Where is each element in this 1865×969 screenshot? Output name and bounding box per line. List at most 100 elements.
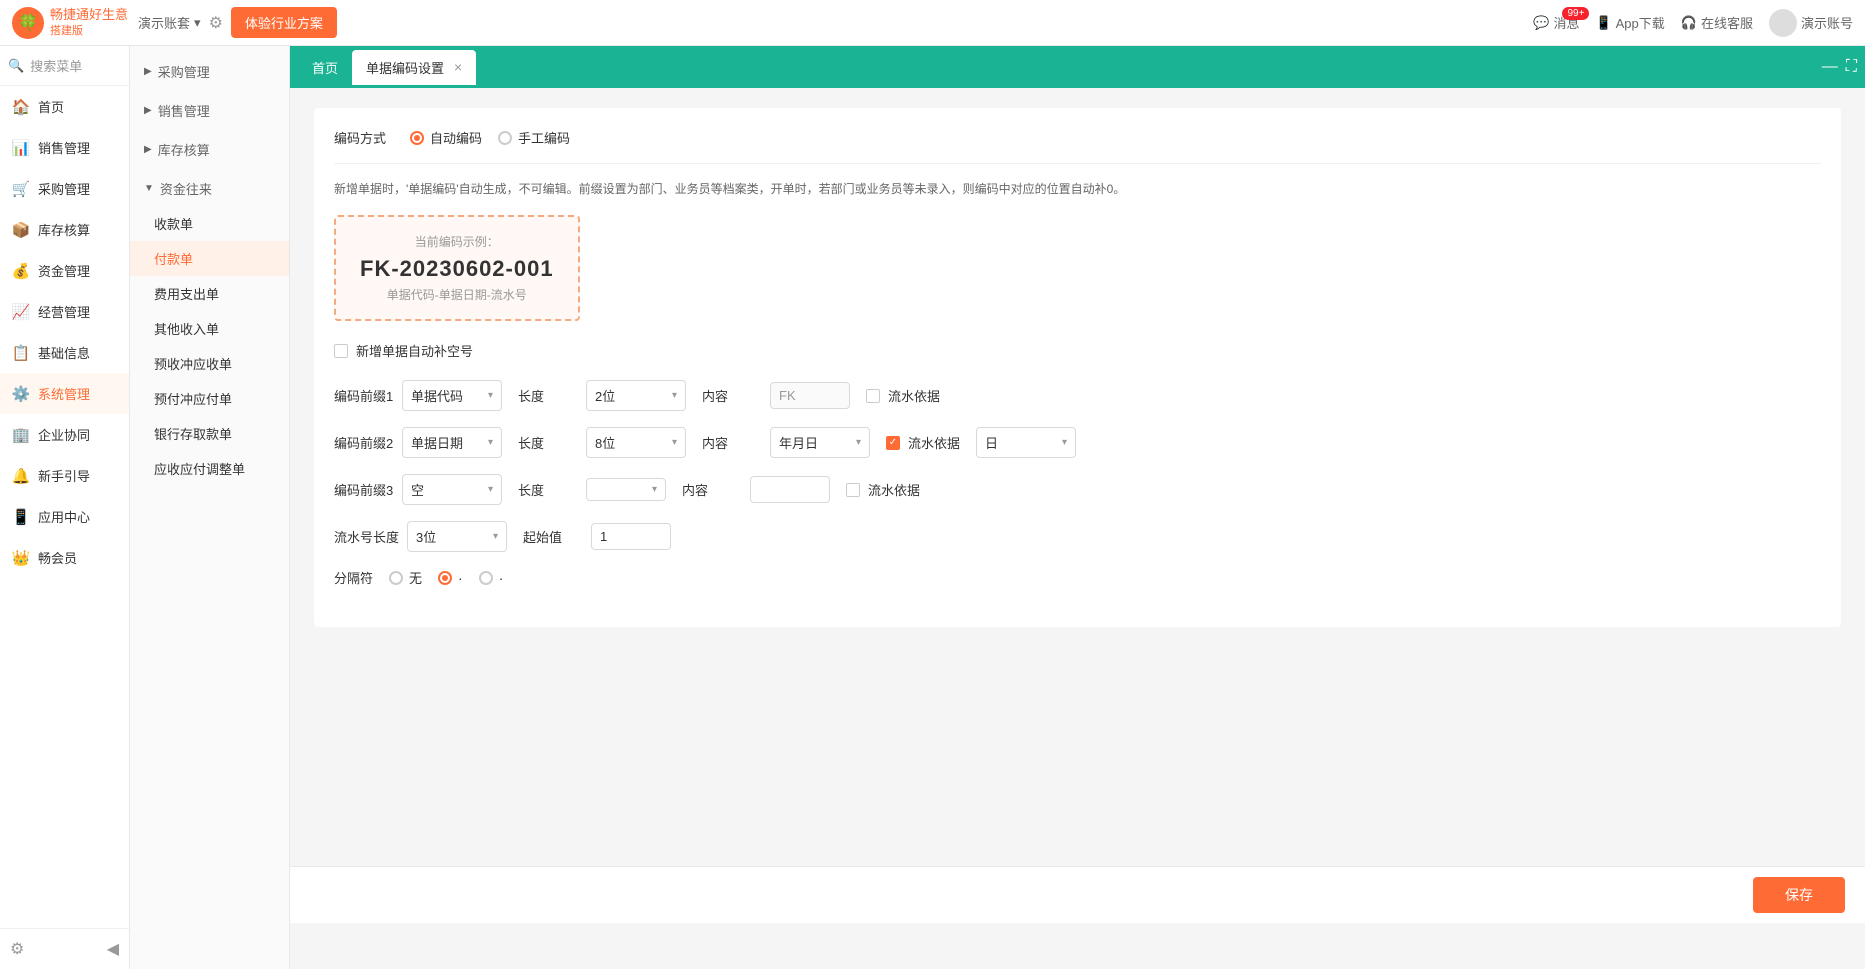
company-selector[interactable]: 演示账套 ▾ <box>138 13 201 32</box>
prefix2-period-field: 日 ▾ <box>976 427 1076 458</box>
settings-icon[interactable]: ⚙ <box>209 13 223 33</box>
panel-item-bank-deposit[interactable]: 银行存取款单 <box>130 416 289 451</box>
tab-home[interactable]: 首页 <box>298 50 352 85</box>
sidebar-item-enterprise[interactable]: 🏢 企业协同 <box>0 414 129 455</box>
sidebar-item-sales[interactable]: 📊 销售管理 <box>0 127 129 168</box>
chevron-down-icon: ▾ <box>856 437 861 448</box>
settings-bottom-icon[interactable]: ⚙ <box>10 939 24 959</box>
coding-method-options: 自动编码 手工编码 <box>410 128 570 147</box>
auto-code-radio[interactable]: 自动编码 <box>410 128 482 147</box>
start-value-input[interactable] <box>591 523 671 550</box>
operations-icon: 📈 <box>12 303 30 321</box>
purchase-icon: 🛒 <box>12 180 30 198</box>
panel-title-sales[interactable]: ▶ 销售管理 <box>130 93 289 128</box>
minimize-button[interactable]: — <box>1822 58 1838 76</box>
sep-dot-radio[interactable]: · <box>479 570 504 586</box>
sidebar-item-finance[interactable]: 💰 资金管理 <box>0 250 129 291</box>
sidebar-item-operations[interactable]: 📈 经营管理 <box>0 291 129 332</box>
content-label: 内容 <box>682 480 742 499</box>
chevron-down-icon: ▾ <box>488 484 493 495</box>
online-service-button[interactable]: 🎧 在线客服 <box>1681 13 1753 32</box>
prefix1-select[interactable]: 单据代码 ▾ <box>402 380 502 411</box>
prefix2-content-select[interactable]: 年月日 ▾ <box>770 427 870 458</box>
sidebar-item-newguide[interactable]: 🔔 新手引导 <box>0 455 129 496</box>
prefix1-field: 编码前缀1 单据代码 ▾ <box>334 380 502 411</box>
content-label: 内容 <box>702 386 762 405</box>
radio-inner-dot <box>414 135 420 141</box>
prefix2-select[interactable]: 单据日期 ▾ <box>402 427 502 458</box>
prefix3-waterflow-checkbox[interactable] <box>846 483 860 497</box>
chevron-down-icon: ▾ <box>488 437 493 448</box>
sep-dash-circle <box>438 571 452 585</box>
auto-fill-row: 新增单据自动补空号 <box>334 341 1821 360</box>
prefix1-content-field: 内容 <box>702 382 850 409</box>
serial-length-select[interactable]: 3位 ▾ <box>407 521 507 552</box>
top-bar: 🍀 畅捷通好生意 搭建版 演示账套 ▾ ⚙ 体验行业方案 💬 消息 99+ 📱 … <box>0 0 1865 46</box>
manual-code-radio[interactable]: 手工编码 <box>498 128 570 147</box>
panel-item-advance-receivable[interactable]: 预收冲应收单 <box>130 346 289 381</box>
tab-active[interactable]: 单据编码设置 × <box>352 50 476 85</box>
sidebar-item-inventory[interactable]: 📦 库存核算 <box>0 209 129 250</box>
prefix2-period-select[interactable]: 日 ▾ <box>976 427 1076 458</box>
panel-title-finance[interactable]: ▼ 资金往来 <box>130 171 289 206</box>
sep-none-radio[interactable]: 无 <box>389 568 422 587</box>
sidebar-footer: ⚙ ◀ <box>0 928 129 969</box>
prefix2-label: 编码前缀2 <box>334 433 394 452</box>
sidebar-item-system[interactable]: ⚙️ 系统管理 <box>0 373 129 414</box>
sidebar-item-label: 新手引导 <box>38 466 90 485</box>
prefix1-content-input[interactable] <box>770 382 850 409</box>
enterprise-icon: 🏢 <box>12 426 30 444</box>
tab-close-button[interactable]: × <box>454 59 462 75</box>
experience-button[interactable]: 体验行业方案 <box>231 7 337 38</box>
panel-item-other-income[interactable]: 其他收入单 <box>130 311 289 346</box>
message-button[interactable]: 💬 消息 99+ <box>1533 13 1579 32</box>
length-label: 长度 <box>518 386 578 405</box>
sidebar-item-purchase[interactable]: 🛒 采购管理 <box>0 168 129 209</box>
sidebar-item-basic[interactable]: 📋 基础信息 <box>0 332 129 373</box>
prefix2-waterflow-checkbox[interactable]: ✓ <box>886 436 900 450</box>
sidebar-item-label: 销售管理 <box>38 138 90 157</box>
user-avatar[interactable]: 演示账号 <box>1769 9 1853 37</box>
sidebar-search[interactable]: 🔍 搜索菜单 <box>0 46 129 86</box>
prefix1-waterflow-checkbox[interactable] <box>866 389 880 403</box>
sidebar-item-label: 采购管理 <box>38 179 90 198</box>
prefix3-waterflow-label: 流水依据 <box>868 480 920 499</box>
member-icon: 👑 <box>12 549 30 567</box>
panel-item-ar-ap-adjust[interactable]: 应收应付调整单 <box>130 451 289 486</box>
top-bar-left: 🍀 畅捷通好生意 搭建版 演示账套 ▾ ⚙ 体验行业方案 <box>12 7 337 39</box>
panel-group-finance: ▼ 资金往来 收款单 付款单 费用支出单 其他收入单 预收冲应收单 预付冲应付单… <box>130 171 289 486</box>
prefix3-length-select[interactable]: ▾ <box>586 478 666 501</box>
length-label: 长度 <box>518 480 578 499</box>
collapse-sidebar-button[interactable]: ◀ <box>107 939 119 959</box>
panel-group-purchase: ▶ 采购管理 <box>130 54 289 89</box>
sidebar-item-member[interactable]: 👑 畅会员 <box>0 537 129 578</box>
panel-item-advance-payable[interactable]: 预付冲应付单 <box>130 381 289 416</box>
prefix1-length-select[interactable]: 2位 ▾ <box>586 380 686 411</box>
panel-item-payment[interactable]: 付款单 <box>130 241 289 276</box>
sidebar-item-label: 经营管理 <box>38 302 90 321</box>
prefix3-select[interactable]: 空 ▾ <box>402 474 502 505</box>
panel-title-purchase[interactable]: ▶ 采购管理 <box>130 54 289 89</box>
sep-dash-radio[interactable]: · <box>438 570 463 586</box>
arrow-right-icon: ▶ <box>144 105 152 116</box>
download-icon: 📱 <box>1595 15 1611 31</box>
search-icon: 🔍 <box>8 58 24 74</box>
newguide-icon: 🔔 <box>12 467 30 485</box>
sidebar-item-home[interactable]: 🏠 首页 <box>0 86 129 127</box>
prefix2-length-select[interactable]: 8位 ▾ <box>586 427 686 458</box>
prefix1-waterflow-field: 流水依据 <box>866 386 940 405</box>
chevron-down-icon: ▾ <box>672 437 677 448</box>
save-button[interactable]: 保存 <box>1753 877 1845 913</box>
app-download-button[interactable]: 📱 App下载 <box>1595 13 1664 32</box>
serial-row: 流水号长度 3位 ▾ 起始值 <box>334 521 1821 552</box>
basic-icon: 📋 <box>12 344 30 362</box>
prefix3-content-input[interactable] <box>750 476 830 503</box>
panel-title-inventory[interactable]: ▶ 库存核算 <box>130 132 289 167</box>
auto-fill-checkbox[interactable] <box>334 344 348 358</box>
maximize-button[interactable]: ⛶ <box>1846 58 1857 76</box>
sidebar-item-appcenter[interactable]: 📱 应用中心 <box>0 496 129 537</box>
main-content: 首页 单据编码设置 × — ⛶ 付款单编码设置 编码方式 自动编码 <box>290 0 1865 923</box>
panel-item-expense[interactable]: 费用支出单 <box>130 276 289 311</box>
panel-item-receipt[interactable]: 收款单 <box>130 206 289 241</box>
home-icon: 🏠 <box>12 98 30 116</box>
